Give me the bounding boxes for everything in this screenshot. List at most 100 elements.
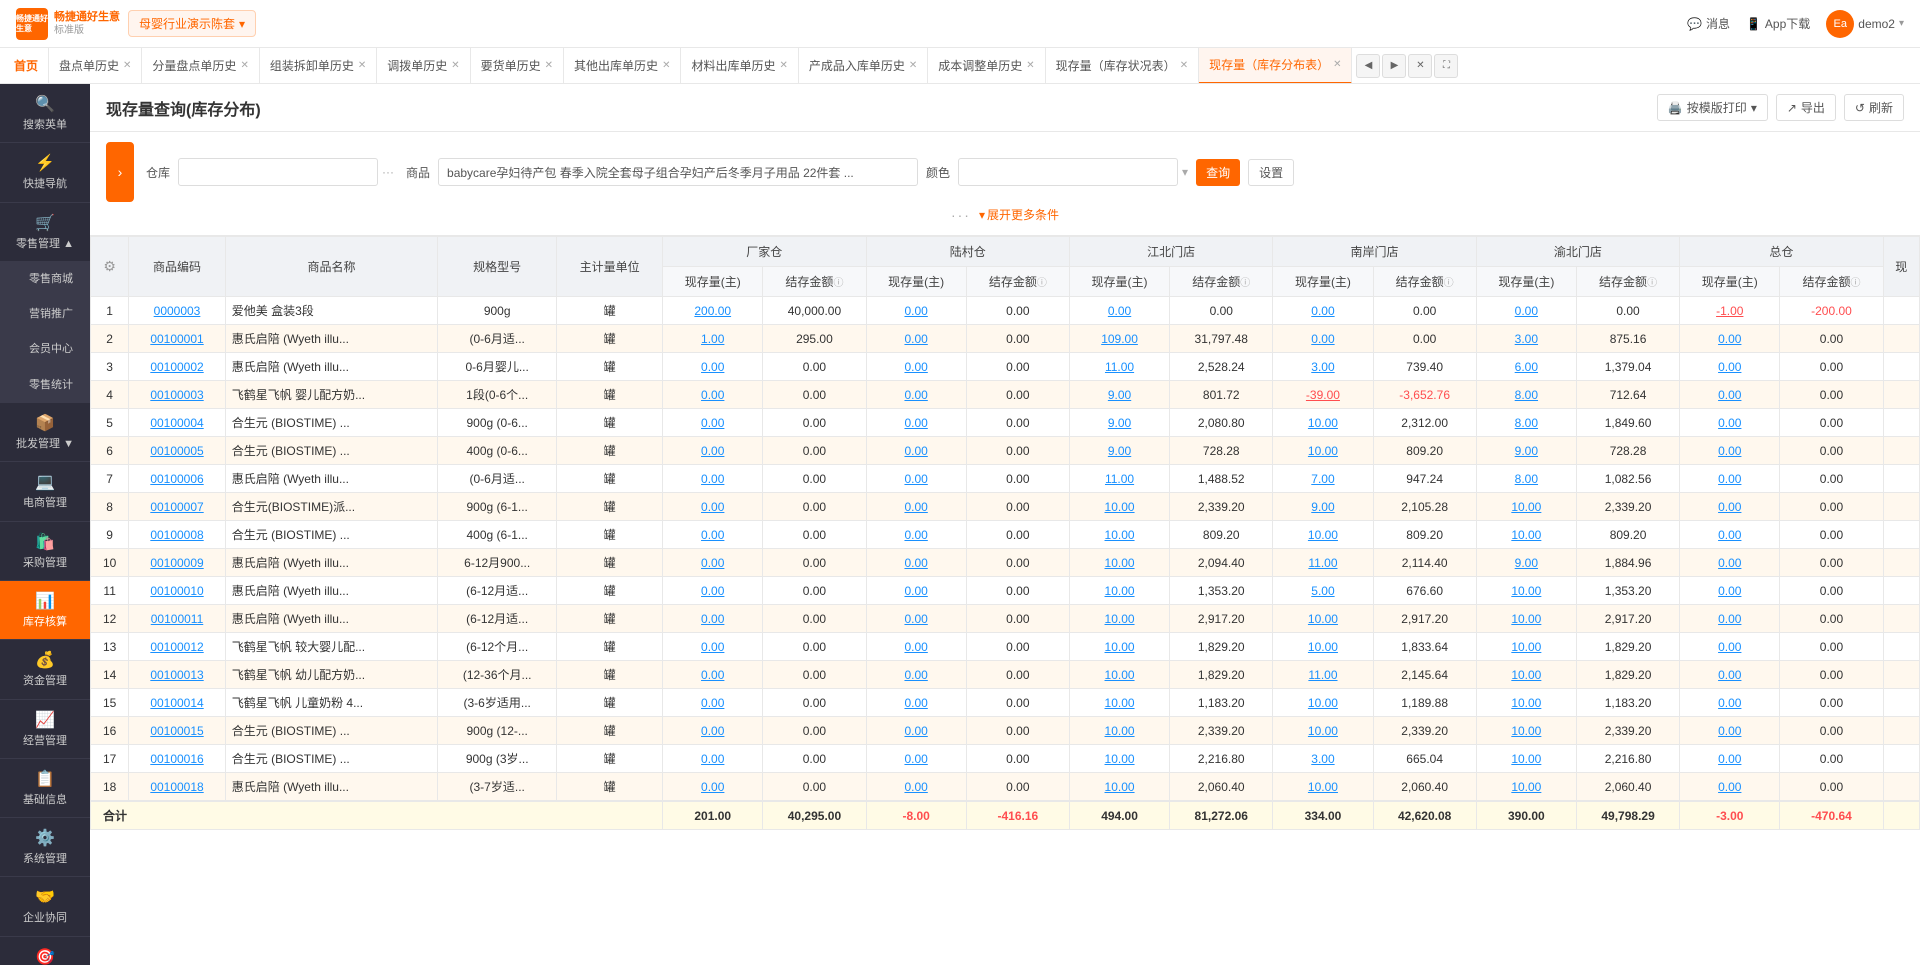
tab-5[interactable]: 要货单历史 ✕ [471, 48, 564, 84]
code-link[interactable]: 00100014 [150, 696, 203, 710]
tabs-next-btn[interactable]: ▶ [1382, 54, 1406, 78]
tab-8-close[interactable]: ✕ [909, 60, 917, 71]
sidebar-item-search[interactable]: 🔍 搜索英单 [0, 84, 90, 143]
color-input[interactable] [958, 158, 1178, 186]
tab-4-close[interactable]: ✕ [451, 60, 459, 71]
goods-input[interactable] [438, 158, 918, 186]
tab-10[interactable]: 现存量（库存状况表） ✕ [1046, 48, 1199, 84]
refresh-btn[interactable]: ↺ 刷新 [1844, 94, 1904, 121]
sidebar-item-stats[interactable]: 零售统计 [0, 368, 90, 403]
system-selector[interactable]: 母婴行业演示陈套 ▾ [128, 10, 256, 37]
sidebar-item-inventory[interactable]: 📊 库存核算 [0, 581, 90, 640]
code-link[interactable]: 00100010 [150, 584, 203, 598]
filter-expand-btn[interactable]: › [106, 142, 134, 202]
factory-amt-info[interactable]: ⓘ [833, 278, 843, 289]
tabs-expand-btn[interactable]: ⛶ [1434, 54, 1458, 78]
sidebar-item-guide[interactable]: 🎯 新手引导 [0, 937, 90, 965]
row-total-qty: 0.00 [1680, 493, 1780, 521]
tab-2[interactable]: 分量盘点单历史 ✕ [142, 48, 259, 84]
row-extra [1883, 521, 1919, 549]
sidebar-item-collab[interactable]: 🤝 企业协同 [0, 877, 90, 936]
jiangbei-amt-info[interactable]: ⓘ [1240, 278, 1250, 289]
row-no: 15 [91, 689, 129, 717]
nanan-amt-info[interactable]: ⓘ [1444, 278, 1454, 289]
sidebar-item-base[interactable]: 📋 基础信息 [0, 759, 90, 818]
message-btn[interactable]: 💬 消息 [1687, 15, 1730, 32]
logo-text: 畅捷通好生意 标准版 [54, 10, 120, 37]
tab-11[interactable]: 现存量（库存分布表） ✕ [1199, 48, 1352, 84]
tab-7-close[interactable]: ✕ [779, 60, 787, 71]
total-amt-info[interactable]: ⓘ [1850, 278, 1860, 289]
tab-8[interactable]: 产成品入库单历史 ✕ [799, 48, 928, 84]
tab-1[interactable]: 盘点单历史 ✕ [49, 48, 142, 84]
tab-7[interactable]: 材料出库单历史 ✕ [681, 48, 798, 84]
sidebar-item-mall[interactable]: 零售商城 [0, 262, 90, 297]
sidebar-item-finance[interactable]: 💰 资金管理 [0, 640, 90, 699]
tab-3[interactable]: 组装拆卸单历史 ✕ [260, 48, 377, 84]
setting-btn[interactable]: 设置 [1248, 159, 1294, 186]
code-link[interactable]: 00100018 [150, 780, 203, 794]
row-c5-amt: 875.16 [1576, 325, 1679, 353]
sidebar-item-ecom[interactable]: 💻 电商管理 [0, 462, 90, 521]
tab-1-close[interactable]: ✕ [123, 60, 131, 71]
row-no: 10 [91, 549, 129, 577]
code-link[interactable]: 00100007 [150, 500, 203, 514]
tab-6-close[interactable]: ✕ [662, 60, 670, 71]
code-link[interactable]: 00100012 [150, 640, 203, 654]
row-name: 飞鹤星飞帆 婴儿配方奶... [225, 381, 438, 409]
row-spec: 0-6月婴儿... [438, 353, 557, 381]
setting-icon[interactable]: ⚙ [103, 258, 116, 274]
code-link[interactable]: 00100011 [151, 612, 204, 626]
sidebar-item-system[interactable]: ⚙️ 系统管理 [0, 818, 90, 877]
export-btn[interactable]: ↗ 导出 [1776, 94, 1836, 121]
sidebar-item-member[interactable]: 会员中心 [0, 332, 90, 367]
sidebar-item-purchase[interactable]: 🛍️ 采购管理 [0, 522, 90, 581]
sidebar-item-marketing[interactable]: 营销推广 [0, 297, 90, 332]
row-name: 合生元(BIOSTIME)派... [225, 493, 438, 521]
tab-9-close[interactable]: ✕ [1026, 60, 1034, 71]
code-link[interactable]: 00100004 [150, 416, 203, 430]
sidebar-item-nav[interactable]: ⚡ 快捷导航 [0, 143, 90, 202]
app-download-btn[interactable]: 📱 App下载 [1746, 15, 1810, 32]
row-c3-amt: 2,917.20 [1170, 605, 1273, 633]
code-link[interactable]: 0000003 [154, 304, 201, 318]
tab-5-close[interactable]: ✕ [545, 60, 553, 71]
row-c5-amt: 1,884.96 [1576, 549, 1679, 577]
query-btn[interactable]: 查询 [1196, 159, 1240, 186]
code-link[interactable]: 00100009 [150, 556, 203, 570]
code-link[interactable]: 00100013 [150, 668, 203, 682]
tab-10-close[interactable]: ✕ [1180, 60, 1188, 71]
warehouse-input[interactable] [178, 158, 378, 186]
lucun-amt-info[interactable]: ⓘ [1037, 278, 1047, 289]
user-area[interactable]: Ea demo2 ▾ [1826, 10, 1904, 38]
tab-9[interactable]: 成本调整单历史 ✕ [928, 48, 1045, 84]
tab-6[interactable]: 其他出库单历史 ✕ [564, 48, 681, 84]
sidebar-item-wholesale[interactable]: 📦 批发管理 ▼ [0, 403, 90, 462]
tabs-close-btn[interactable]: ✕ [1408, 54, 1432, 78]
tab-4[interactable]: 调拨单历史 ✕ [377, 48, 470, 84]
row-c5-amt: 1,379.04 [1576, 353, 1679, 381]
row-c2-qty: 0.00 [866, 549, 966, 577]
yubei-amt-info[interactable]: ⓘ [1647, 278, 1657, 289]
code-link[interactable]: 00100006 [150, 472, 203, 486]
code-link[interactable]: 00100008 [150, 528, 203, 542]
row-unit: 罐 [557, 353, 663, 381]
code-link[interactable]: 00100003 [150, 388, 203, 402]
print-btn[interactable]: 🖨️ 按模版打印 ▾ [1657, 94, 1768, 121]
tab-11-close[interactable]: ✕ [1333, 59, 1341, 70]
tab-3-close[interactable]: ✕ [358, 60, 366, 71]
th-setting[interactable]: ⚙ [91, 237, 129, 297]
sidebar-item-mgmt[interactable]: 📈 经营管理 [0, 700, 90, 759]
code-link[interactable]: 00100016 [150, 752, 203, 766]
table-row: 1 0000003 爱他美 盒装3段 900g 罐 200.00 40,000.… [91, 297, 1920, 325]
tab-2-close[interactable]: ✕ [240, 60, 248, 71]
code-link[interactable]: 00100005 [150, 444, 203, 458]
code-link[interactable]: 00100015 [150, 724, 203, 738]
code-link[interactable]: 00100002 [150, 360, 203, 374]
expand-more-btn[interactable]: ▾ 展开更多条件 [979, 206, 1059, 223]
sidebar-item-retail-mgmt[interactable]: 🛒 零售管理 ▲ [0, 203, 90, 262]
row-c3-qty: 0.00 [1069, 297, 1169, 325]
code-link[interactable]: 00100001 [150, 332, 203, 346]
tabs-prev-btn[interactable]: ◀ [1356, 54, 1380, 78]
tab-home[interactable]: 首页 [4, 48, 49, 84]
